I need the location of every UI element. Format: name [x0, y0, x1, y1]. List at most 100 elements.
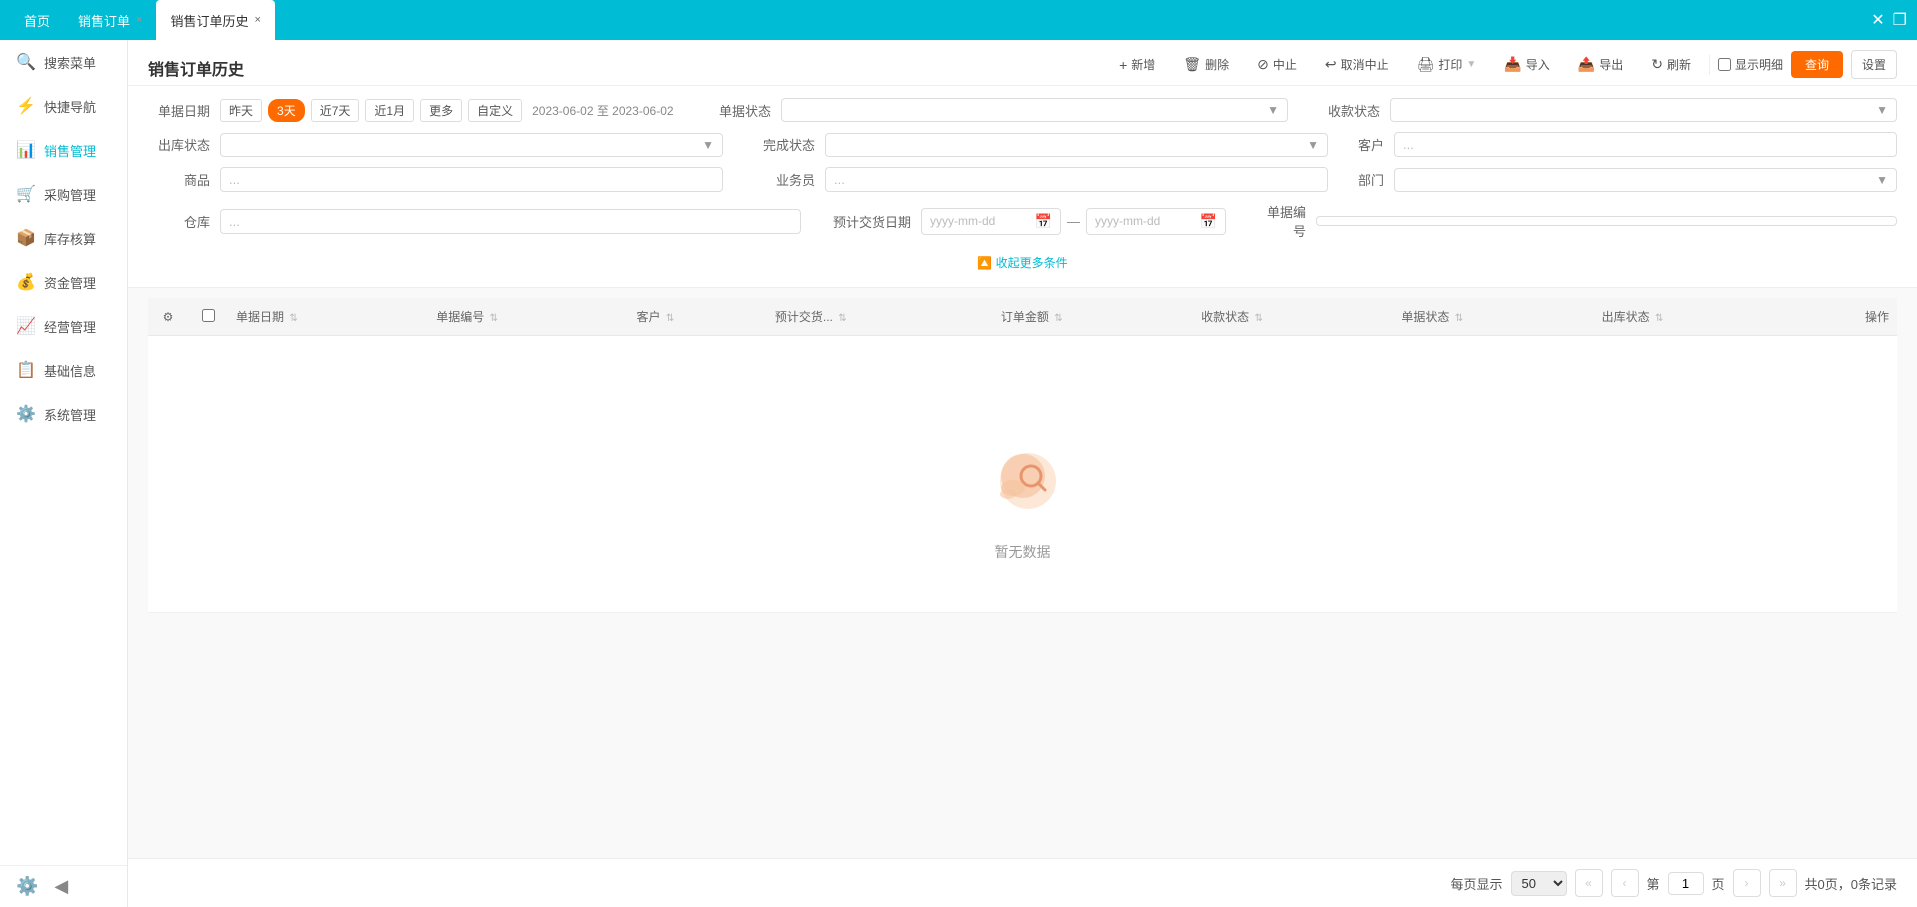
th-checkbox[interactable]	[188, 298, 228, 336]
basic-info-icon: 📋	[16, 360, 36, 380]
cancel-stop-button[interactable]: ↩ 取消中止	[1315, 51, 1399, 78]
date-btn-today[interactable]: 昨天	[220, 99, 262, 122]
customer-label: 客户	[1358, 135, 1394, 154]
product-input[interactable]: ...	[220, 167, 723, 192]
main-layout: 🔍 搜索菜单 ⚡ 快捷导航 📊 销售管理 🛒 采购管理 📦 库存核算 💰 资金管…	[0, 40, 1917, 907]
date-btn-3days[interactable]: 3天	[268, 99, 305, 122]
th-customer[interactable]: 客户 ⇅	[628, 298, 766, 336]
settings-button[interactable]: 设置	[1851, 50, 1897, 79]
sidebar-item-quick-nav-label: 快捷导航	[44, 97, 96, 116]
bill-number-sort-icon: ⇅	[490, 313, 498, 324]
last-page-button[interactable]: »	[1769, 869, 1797, 897]
sidebar-item-operation[interactable]: 📈 经营管理	[0, 304, 127, 348]
warehouse-input[interactable]: ...	[220, 209, 801, 234]
show-detail-checkbox[interactable]: 显示明细	[1718, 56, 1783, 73]
bill-number-input[interactable]	[1316, 216, 1897, 226]
department-select[interactable]: ▼	[1394, 168, 1897, 192]
th-bill-number[interactable]: 单据编号 ⇅	[428, 298, 628, 336]
search-menu-icon: 🔍	[16, 52, 36, 72]
finance-icon: 💰	[16, 272, 36, 292]
empty-text: 暂无数据	[156, 542, 1889, 562]
sidebar-item-basic-info[interactable]: 📋 基础信息	[0, 348, 127, 392]
import-icon: 📥	[1504, 56, 1521, 73]
sidebar-item-finance[interactable]: 💰 资金管理	[0, 260, 127, 304]
select-all-checkbox[interactable]	[202, 309, 215, 322]
salesperson-input[interactable]: ...	[825, 167, 1328, 192]
date-btn-1month[interactable]: 近1月	[365, 99, 414, 122]
bill-status-select[interactable]: ▼	[781, 98, 1288, 122]
receipt-status-arrow-icon: ▼	[1876, 103, 1888, 117]
tab-sales-order-history-close[interactable]: ×	[254, 14, 260, 26]
sidebar-item-inventory[interactable]: 📦 库存核算	[0, 216, 127, 260]
salesperson-dots-icon: ...	[834, 172, 845, 187]
th-gear[interactable]: ⚙	[148, 298, 188, 336]
salesperson-label: 业务员	[753, 170, 825, 189]
refresh-button[interactable]: ↻ 刷新	[1641, 51, 1701, 78]
th-bill-status[interactable]: 单据状态 ⇅	[1393, 298, 1593, 336]
bill-status-label: 单据状态	[709, 101, 781, 120]
th-receipt-status[interactable]: 收款状态 ⇅	[1193, 298, 1393, 336]
export-button-label: 导出	[1599, 56, 1623, 73]
receipt-sort-icon: ⇅	[1254, 313, 1262, 324]
th-delivery-date[interactable]: 预计交货... ⇅	[767, 298, 993, 336]
first-page-button[interactable]: «	[1575, 869, 1603, 897]
date-btn-more[interactable]: 更多	[420, 99, 462, 122]
sidebar-bottom-settings-icon[interactable]: ⚙️	[16, 876, 38, 897]
delete-button[interactable]: 🗑 删除	[1173, 51, 1239, 78]
tab-sales-order-close[interactable]: ×	[136, 14, 142, 26]
receipt-status-select[interactable]: ▼	[1390, 98, 1897, 122]
delivery-date-end[interactable]: yyyy-mm-dd 📅	[1086, 208, 1226, 235]
page-size-select[interactable]: 50 20 100	[1511, 871, 1567, 896]
sidebar-item-search-menu[interactable]: 🔍 搜索菜单	[0, 40, 127, 84]
page-input[interactable]	[1668, 872, 1704, 895]
export-button[interactable]: 📤 导出	[1568, 51, 1633, 78]
tab-home[interactable]: 首页	[10, 0, 64, 40]
window-close-icon[interactable]: ✕	[1871, 10, 1884, 30]
customer-input[interactable]: ...	[1394, 132, 1897, 157]
print-button[interactable]: 🖨 打印 ▼	[1407, 51, 1487, 78]
date-group: 昨天 3天 近7天 近1月 更多 自定义 2023-06-02 至 2023-0…	[220, 99, 709, 122]
complete-status-select[interactable]: ▼	[825, 133, 1328, 157]
customer-sort-icon: ⇅	[666, 313, 674, 324]
tab-home-label: 首页	[24, 11, 50, 30]
cancel-stop-icon: ↩	[1325, 56, 1337, 73]
tabs: 首页 销售订单 × 销售订单历史 ×	[10, 0, 275, 40]
stop-icon: ⊘	[1257, 56, 1269, 73]
import-button[interactable]: 📥 导入	[1494, 51, 1559, 78]
date-btn-7days[interactable]: 近7天	[311, 99, 360, 122]
sidebar-item-sales-mgmt[interactable]: 📊 销售管理	[0, 128, 127, 172]
delivery-date-start[interactable]: yyyy-mm-dd 📅	[921, 208, 1061, 235]
sidebar-item-purchase-mgmt[interactable]: 🛒 采购管理	[0, 172, 127, 216]
filter-row-2: 出库状态 ▼ 完成状态 ▼ 客户 ...	[148, 132, 1897, 157]
warehouse-dots-icon: ...	[229, 214, 240, 229]
calendar-end-icon: 📅	[1200, 213, 1217, 230]
window-restore-icon[interactable]: ❐	[1893, 10, 1907, 30]
show-detail-input[interactable]	[1718, 58, 1731, 71]
tab-sales-order[interactable]: 销售订单 ×	[64, 0, 156, 40]
new-button[interactable]: + 新增	[1109, 51, 1165, 78]
date-btn-custom[interactable]: 自定义	[468, 99, 522, 122]
empty-illustration	[973, 426, 1073, 526]
stop-button[interactable]: ⊘ 中止	[1247, 51, 1307, 78]
warehouse-label: 仓库	[148, 212, 220, 231]
department-label: 部门	[1358, 170, 1394, 189]
refresh-icon: ↻	[1651, 56, 1663, 73]
system-mgmt-icon: ⚙️	[16, 404, 36, 424]
inventory-icon: 📦	[16, 228, 36, 248]
th-warehouse-status[interactable]: 出库状态 ⇅	[1594, 298, 1794, 336]
sidebar-bottom-collapse-icon[interactable]: ◀	[54, 876, 68, 897]
bill-number-label: 单据编号	[1256, 202, 1316, 240]
warehouse-status-select[interactable]: ▼	[220, 133, 723, 157]
warehouse-sort-icon: ⇅	[1655, 313, 1663, 324]
pagination: 每页显示 50 20 100 « ‹ 第 页 › » 共0页，0条记录	[128, 858, 1917, 907]
th-order-amount[interactable]: 订单金额 ⇅	[993, 298, 1193, 336]
delete-button-label: 删除	[1205, 56, 1229, 73]
tab-sales-order-history[interactable]: 销售订单历史 ×	[156, 0, 274, 40]
collapse-more[interactable]: 🔼 收起更多条件	[148, 250, 1897, 275]
query-button[interactable]: 查询	[1791, 51, 1843, 78]
sidebar-item-system-mgmt[interactable]: ⚙️ 系统管理	[0, 392, 127, 436]
next-page-button[interactable]: ›	[1733, 869, 1761, 897]
sidebar-item-quick-nav[interactable]: ⚡ 快捷导航	[0, 84, 127, 128]
th-bill-date[interactable]: 单据日期 ⇅	[228, 298, 428, 336]
prev-page-button[interactable]: ‹	[1611, 869, 1639, 897]
